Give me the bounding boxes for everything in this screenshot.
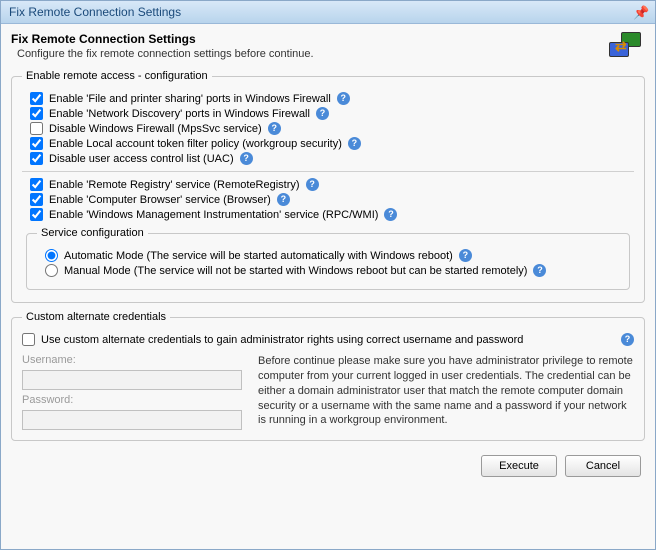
dialog-footer: Execute Cancel xyxy=(11,449,645,479)
radio-row-automatic: Automatic Mode (The service will be star… xyxy=(37,249,619,262)
checkbox-row-disable-firewall: Disable Windows Firewall (MpsSvc service… xyxy=(22,122,634,135)
checkbox-row-file-sharing: Enable 'File and printer sharing' ports … xyxy=(22,92,634,105)
checkbox-disable-firewall[interactable] xyxy=(30,122,43,135)
remote-connection-icon: ⇄ xyxy=(609,32,645,64)
checkbox-wmi[interactable] xyxy=(30,208,43,221)
help-icon[interactable]: ? xyxy=(348,137,361,150)
checkbox-row-use-credentials: Use custom alternate credentials to gain… xyxy=(22,333,634,346)
title-bar: Fix Remote Connection Settings 📌 xyxy=(1,1,655,24)
radio-row-manual: Manual Mode (The service will not be sta… xyxy=(37,264,619,277)
content-area: Fix Remote Connection Settings Configure… xyxy=(1,24,655,549)
checkbox-label[interactable]: Enable 'File and printer sharing' ports … xyxy=(49,93,331,105)
checkbox-label[interactable]: Enable 'Remote Registry' service (Remote… xyxy=(49,179,300,191)
checkbox-remote-registry[interactable] xyxy=(30,178,43,191)
checkbox-label[interactable]: Enable Local account token filter policy… xyxy=(49,138,342,150)
radio-label[interactable]: Manual Mode (The service will not be sta… xyxy=(64,265,527,277)
page-subtitle: Configure the fix remote connection sett… xyxy=(17,48,314,60)
group-legend: Enable remote access - configuration xyxy=(22,70,212,82)
page-title: Fix Remote Connection Settings xyxy=(11,32,314,46)
header-text: Fix Remote Connection Settings Configure… xyxy=(11,32,314,60)
checkbox-file-sharing[interactable] xyxy=(30,92,43,105)
group-legend: Custom alternate credentials xyxy=(22,311,170,323)
username-field[interactable] xyxy=(22,370,242,390)
checkbox-label[interactable]: Use custom alternate credentials to gain… xyxy=(41,334,523,346)
checkbox-row-token-filter: Enable Local account token filter policy… xyxy=(22,137,634,150)
password-label: Password: xyxy=(22,394,242,406)
help-icon[interactable]: ? xyxy=(337,92,350,105)
credentials-fields: Username: Password: xyxy=(22,354,242,430)
help-icon[interactable]: ? xyxy=(533,264,546,277)
help-icon[interactable]: ? xyxy=(306,178,319,191)
checkbox-row-network-discovery: Enable 'Network Discovery' ports in Wind… xyxy=(22,107,634,120)
pin-icon[interactable]: 📌 xyxy=(633,5,647,19)
custom-credentials-group: Custom alternate credentials Use custom … xyxy=(11,311,645,441)
credentials-body: Username: Password: Before continue plea… xyxy=(22,354,634,430)
checkbox-token-filter[interactable] xyxy=(30,137,43,150)
radio-label[interactable]: Automatic Mode (The service will be star… xyxy=(64,250,453,262)
execute-button[interactable]: Execute xyxy=(481,455,557,477)
enable-remote-access-group: Enable remote access - configuration Ena… xyxy=(11,70,645,303)
help-icon[interactable]: ? xyxy=(268,122,281,135)
checkbox-disable-uac[interactable] xyxy=(30,152,43,165)
help-icon[interactable]: ? xyxy=(240,152,253,165)
checkbox-label[interactable]: Enable 'Windows Management Instrumentati… xyxy=(49,209,378,221)
checkbox-use-credentials[interactable] xyxy=(22,333,35,346)
help-icon[interactable]: ? xyxy=(621,333,634,346)
separator xyxy=(22,171,634,172)
checkbox-computer-browser[interactable] xyxy=(30,193,43,206)
help-icon[interactable]: ? xyxy=(316,107,329,120)
checkbox-label[interactable]: Enable 'Network Discovery' ports in Wind… xyxy=(49,108,310,120)
cancel-button[interactable]: Cancel xyxy=(565,455,641,477)
checkbox-row-disable-uac: Disable user access control list (UAC) ? xyxy=(22,152,634,165)
header: Fix Remote Connection Settings Configure… xyxy=(11,32,645,64)
help-icon[interactable]: ? xyxy=(384,208,397,221)
group-legend: Service configuration xyxy=(37,227,148,239)
username-label: Username: xyxy=(22,354,242,366)
radio-automatic-mode[interactable] xyxy=(45,249,58,262)
credentials-note: Before continue please make sure you hav… xyxy=(258,354,634,430)
help-icon[interactable]: ? xyxy=(459,249,472,262)
checkbox-row-wmi: Enable 'Windows Management Instrumentati… xyxy=(22,208,634,221)
checkbox-row-remote-registry: Enable 'Remote Registry' service (Remote… xyxy=(22,178,634,191)
checkbox-label[interactable]: Enable 'Computer Browser' service (Brows… xyxy=(49,194,271,206)
help-icon[interactable]: ? xyxy=(277,193,290,206)
dialog-window: Fix Remote Connection Settings 📌 Fix Rem… xyxy=(0,0,656,550)
checkbox-label[interactable]: Disable user access control list (UAC) xyxy=(49,153,234,165)
checkbox-label[interactable]: Disable Windows Firewall (MpsSvc service… xyxy=(49,123,262,135)
service-configuration-group: Service configuration Automatic Mode (Th… xyxy=(26,227,630,290)
checkbox-row-computer-browser: Enable 'Computer Browser' service (Brows… xyxy=(22,193,634,206)
password-field[interactable] xyxy=(22,410,242,430)
checkbox-network-discovery[interactable] xyxy=(30,107,43,120)
radio-manual-mode[interactable] xyxy=(45,264,58,277)
window-title: Fix Remote Connection Settings xyxy=(9,5,181,19)
